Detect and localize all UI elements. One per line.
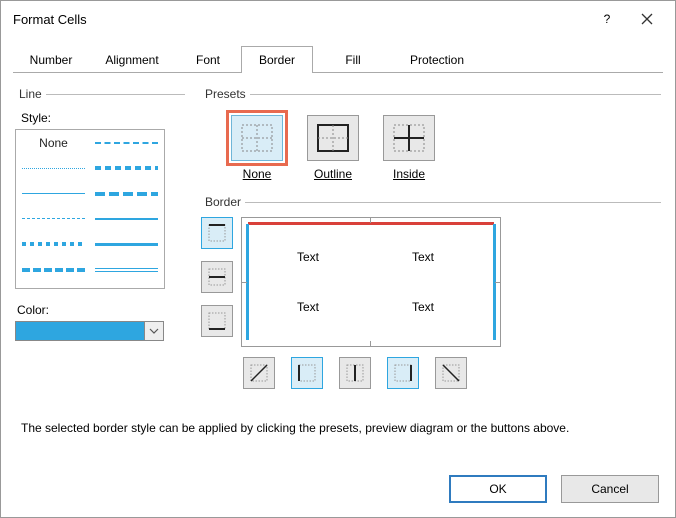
tab-fill[interactable]: Fill	[313, 46, 393, 73]
diag-up-icon	[249, 363, 269, 383]
line-style-opt[interactable]	[95, 161, 158, 175]
presets-legend: Presets	[201, 87, 250, 101]
preview-text: Text	[297, 250, 319, 264]
line-style-opt[interactable]	[95, 187, 158, 201]
color-swatch[interactable]	[15, 321, 145, 341]
style-label: Style:	[21, 111, 185, 125]
line-style-opt[interactable]	[22, 237, 85, 251]
dialog-footer: OK Cancel	[449, 475, 659, 503]
preview-text: Text	[297, 300, 319, 314]
preset-none-label: None	[231, 167, 283, 181]
line-style-list[interactable]: None	[15, 129, 165, 289]
border-middle-v-button[interactable]	[339, 357, 371, 389]
line-group: Line Style: None Color:	[15, 87, 185, 341]
window-title: Format Cells	[13, 12, 587, 27]
border-legend: Border	[201, 195, 245, 209]
tab-border[interactable]: Border	[241, 46, 313, 73]
border-top-icon	[207, 223, 227, 243]
preset-outline-label: Outline	[307, 167, 359, 181]
tab-protection[interactable]: Protection	[393, 46, 481, 73]
preview-text: Text	[412, 300, 434, 314]
border-diag-down-button[interactable]	[435, 357, 467, 389]
border-right-button[interactable]	[387, 357, 419, 389]
hint-text: The selected border style can be applied…	[21, 421, 655, 435]
border-left-button[interactable]	[291, 357, 323, 389]
preview-top-edge	[248, 222, 494, 225]
border-bottom-button[interactable]	[201, 305, 233, 337]
cancel-button[interactable]: Cancel	[561, 475, 659, 503]
border-mid-v-icon	[345, 363, 365, 383]
tab-number[interactable]: Number	[13, 46, 89, 73]
line-style-opt[interactable]	[22, 187, 85, 201]
line-style-opt[interactable]	[95, 237, 158, 251]
color-label: Color:	[17, 303, 185, 317]
help-button[interactable]: ?	[587, 4, 627, 34]
ok-button[interactable]: OK	[449, 475, 547, 503]
line-legend: Line	[15, 87, 46, 101]
border-left-icon	[297, 363, 317, 383]
tab-alignment[interactable]: Alignment	[89, 46, 175, 73]
preset-outline-button[interactable]	[307, 115, 359, 161]
close-icon	[641, 13, 653, 25]
preset-inside-button[interactable]	[383, 115, 435, 161]
title-bar: Format Cells ?	[1, 1, 675, 37]
preset-none-icon	[240, 123, 274, 153]
line-style-none[interactable]: None	[22, 136, 85, 150]
border-diag-up-button[interactable]	[243, 357, 275, 389]
preset-none-button[interactable]	[231, 115, 283, 161]
line-style-opt[interactable]	[22, 161, 85, 175]
border-top-button[interactable]	[201, 217, 233, 249]
line-style-opt[interactable]	[95, 136, 158, 150]
border-bottom-icon	[207, 311, 227, 331]
preview-text: Text	[412, 250, 434, 264]
tab-strip: Number Alignment Font Border Fill Protec…	[13, 45, 663, 73]
close-button[interactable]	[627, 4, 667, 34]
border-group: Border Text	[201, 195, 661, 389]
tab-font[interactable]: Font	[175, 46, 241, 73]
line-style-opt[interactable]	[22, 263, 85, 277]
border-right-icon	[393, 363, 413, 383]
line-style-opt[interactable]	[95, 263, 158, 277]
border-middle-h-button[interactable]	[201, 261, 233, 293]
diag-down-icon	[441, 363, 461, 383]
chevron-down-icon	[149, 328, 159, 334]
preset-inside-icon	[392, 123, 426, 153]
preset-outline-icon	[316, 123, 350, 153]
line-style-opt[interactable]	[95, 212, 158, 226]
preset-inside-label: Inside	[383, 167, 435, 181]
border-preview[interactable]: Text Text Text Text	[241, 217, 501, 347]
line-style-opt[interactable]	[22, 212, 85, 226]
border-mid-h-icon	[207, 267, 227, 287]
presets-group: Presets None Outline	[201, 87, 661, 187]
color-dropdown-button[interactable]	[144, 321, 164, 341]
